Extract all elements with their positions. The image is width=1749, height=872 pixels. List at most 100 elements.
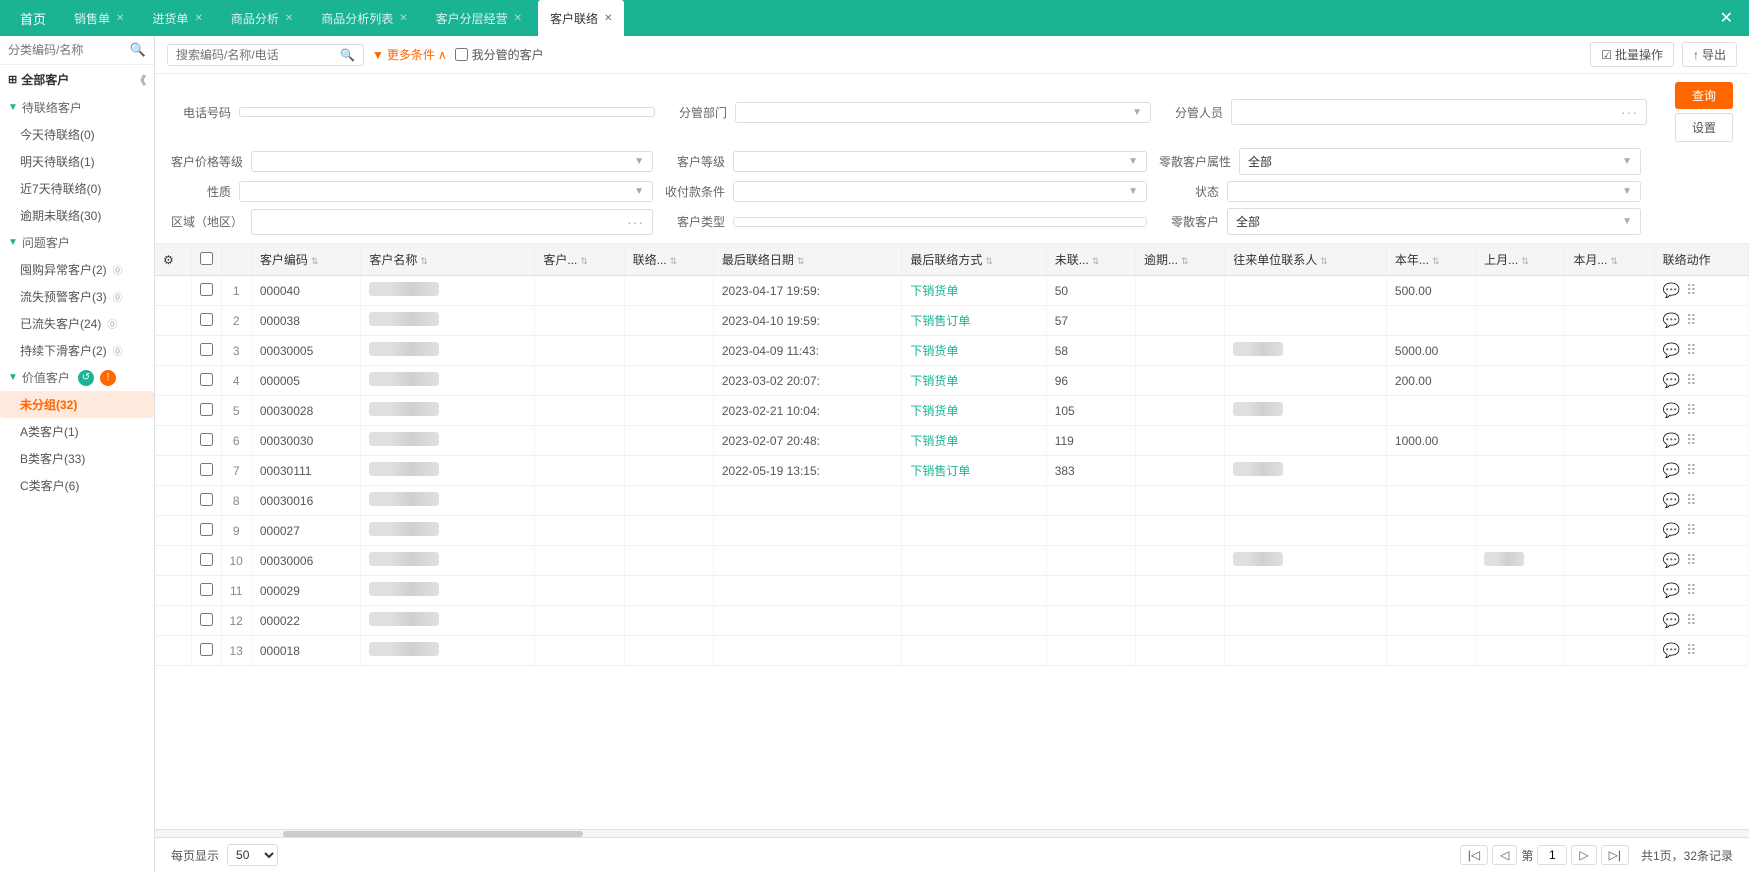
row-last-way-cell[interactable]: 下销货单 — [902, 366, 1046, 396]
row-last-way-cell[interactable] — [902, 546, 1046, 576]
more-icon[interactable]: ⠿ — [1686, 402, 1696, 419]
my-customers-filter[interactable]: 我分管的客户 — [455, 46, 544, 63]
sidebar-item-churn-warning[interactable]: 流失预警客户(3) ⓪ — [0, 283, 154, 310]
close-tab-product-list[interactable]: ✕ — [399, 13, 407, 24]
row-last-way-cell[interactable]: 下销售订单 — [902, 456, 1046, 486]
row-checkbox-cell[interactable] — [191, 456, 221, 486]
more-conditions-btn[interactable]: ▼ 更多条件 ∧ — [372, 46, 447, 63]
sidebar-item-7days[interactable]: 近7天待联络(0) — [0, 175, 154, 202]
chat-icon[interactable]: 💬 — [1663, 462, 1680, 479]
more-icon[interactable]: ⠿ — [1686, 462, 1696, 479]
row-last-way-cell[interactable]: 下销货单 — [902, 336, 1046, 366]
last-way-link[interactable]: 下销货单 — [910, 404, 958, 418]
all-customers-title[interactable]: ⊞ 全部客户 《 — [0, 65, 154, 94]
more-icon[interactable]: ⠿ — [1686, 432, 1696, 449]
export-btn[interactable]: ↑ 导出 — [1682, 42, 1737, 67]
chat-icon[interactable]: 💬 — [1663, 342, 1680, 359]
search-box[interactable]: 🔍 — [167, 44, 364, 66]
first-page-btn[interactable]: |◁ — [1460, 845, 1488, 865]
filter-payment-select[interactable]: ▼ — [733, 181, 1147, 202]
row-checkbox[interactable] — [200, 523, 213, 536]
filter-price-level-select[interactable]: ▼ — [251, 151, 653, 172]
row-action-cell[interactable]: 💬 ⠿ — [1654, 426, 1748, 456]
sidebar-group-pending[interactable]: ▼ 待联络客户 — [0, 94, 154, 121]
more-icon[interactable]: ⠿ — [1686, 552, 1696, 569]
horizontal-scrollbar[interactable] — [155, 829, 1749, 837]
window-close-btn[interactable]: ✕ — [1712, 4, 1741, 32]
last-way-link[interactable]: 下销售订单 — [910, 464, 970, 478]
filter-customer-level-select[interactable]: ▼ — [733, 151, 1147, 172]
row-last-way-cell[interactable] — [902, 516, 1046, 546]
last-way-link[interactable]: 下销售订单 — [910, 314, 970, 328]
tab-purchase[interactable]: 进货单 ✕ — [140, 0, 214, 36]
row-action-cell[interactable]: 💬 ⠿ — [1654, 516, 1748, 546]
sidebar-item-declining[interactable]: 持续下滑客户(2) ⓪ — [0, 337, 154, 364]
row-checkbox[interactable] — [200, 433, 213, 446]
row-checkbox[interactable] — [200, 313, 213, 326]
filter-retail-customer-select[interactable]: 全部▼ — [1227, 208, 1641, 235]
sidebar-item-churned[interactable]: 已流失客户(24) ⓪ — [0, 310, 154, 337]
row-action-cell[interactable]: 💬 ⠿ — [1654, 606, 1748, 636]
row-checkbox-cell[interactable] — [191, 276, 221, 306]
row-checkbox-cell[interactable] — [191, 606, 221, 636]
row-checkbox-cell[interactable] — [191, 516, 221, 546]
row-checkbox[interactable] — [200, 553, 213, 566]
row-last-way-cell[interactable] — [902, 636, 1046, 666]
row-action-cell[interactable]: 💬 ⠿ — [1654, 366, 1748, 396]
filter-status-select[interactable]: ▼ — [1227, 181, 1641, 202]
filter-customer-type-input[interactable] — [733, 217, 1147, 227]
row-action-cell[interactable]: 💬 ⠿ — [1654, 336, 1748, 366]
per-page-select[interactable]: 50 100 — [227, 844, 278, 866]
sidebar-item-ungrouped[interactable]: 未分组(32) — [0, 391, 154, 418]
sidebar-group-problem[interactable]: ▼ 问题客户 — [0, 229, 154, 256]
chat-icon[interactable]: 💬 — [1663, 312, 1680, 329]
filter-search-icon[interactable]: 🔍 — [340, 48, 355, 62]
chat-icon[interactable]: 💬 — [1663, 582, 1680, 599]
row-checkbox[interactable] — [200, 463, 213, 476]
more-icon[interactable]: ⠿ — [1686, 582, 1696, 599]
sidebar-collapse-btn[interactable]: 《 — [135, 72, 146, 88]
batch-ops-btn[interactable]: ☑ 批量操作 — [1590, 42, 1674, 67]
row-action-cell[interactable]: 💬 ⠿ — [1654, 276, 1748, 306]
tab-customer-contact[interactable]: 客户联络 ✕ — [538, 0, 624, 36]
row-checkbox-cell[interactable] — [191, 546, 221, 576]
next-page-btn[interactable]: ▷ — [1571, 845, 1596, 865]
chat-icon[interactable]: 💬 — [1663, 282, 1680, 299]
last-page-btn[interactable]: ▷| — [1601, 845, 1629, 865]
close-tab-customer-segment[interactable]: ✕ — [514, 13, 522, 24]
row-last-way-cell[interactable]: 下销货单 — [902, 276, 1046, 306]
my-customers-checkbox[interactable] — [455, 48, 468, 61]
chat-icon[interactable]: 💬 — [1663, 492, 1680, 509]
tab-product-analysis[interactable]: 商品分析 ✕ — [219, 0, 305, 36]
more-icon[interactable]: ⠿ — [1686, 312, 1696, 329]
close-tab-purchase[interactable]: ✕ — [194, 13, 202, 24]
filter-manager-dots[interactable]: ··· — [1231, 99, 1647, 125]
filter-phone-input[interactable] — [239, 107, 655, 117]
row-checkbox-cell[interactable] — [191, 336, 221, 366]
more-icon[interactable]: ⠿ — [1686, 282, 1696, 299]
sidebar-item-hoard[interactable]: 囤购异常客户(2) ⓪ — [0, 256, 154, 283]
more-icon[interactable]: ⠿ — [1686, 642, 1696, 659]
sidebar-item-overdue[interactable]: 逾期未联络(30) — [0, 202, 154, 229]
close-tab-product-analysis[interactable]: ✕ — [285, 13, 293, 24]
row-checkbox-cell[interactable] — [191, 576, 221, 606]
row-action-cell[interactable]: 💬 ⠿ — [1654, 306, 1748, 336]
row-checkbox-cell[interactable] — [191, 426, 221, 456]
row-action-cell[interactable]: 💬 ⠿ — [1654, 576, 1748, 606]
search-input[interactable] — [176, 48, 336, 62]
filter-region-dots[interactable]: ··· — [251, 209, 653, 235]
prev-page-btn[interactable]: ◁ — [1492, 845, 1517, 865]
row-last-way-cell[interactable] — [902, 606, 1046, 636]
tab-customer-segment[interactable]: 客户分层经营 ✕ — [424, 0, 534, 36]
row-last-way-cell[interactable]: 下销货单 — [902, 396, 1046, 426]
row-last-way-cell[interactable]: 下销货单 — [902, 426, 1046, 456]
row-checkbox[interactable] — [200, 493, 213, 506]
row-action-cell[interactable]: 💬 ⠿ — [1654, 456, 1748, 486]
row-checkbox-cell[interactable] — [191, 636, 221, 666]
row-checkbox[interactable] — [200, 343, 213, 356]
chat-icon[interactable]: 💬 — [1663, 522, 1680, 539]
row-last-way-cell[interactable] — [902, 576, 1046, 606]
tab-sales[interactable]: 销售单 ✕ — [62, 0, 136, 36]
chat-icon[interactable]: 💬 — [1663, 552, 1680, 569]
more-icon[interactable]: ⠿ — [1686, 492, 1696, 509]
